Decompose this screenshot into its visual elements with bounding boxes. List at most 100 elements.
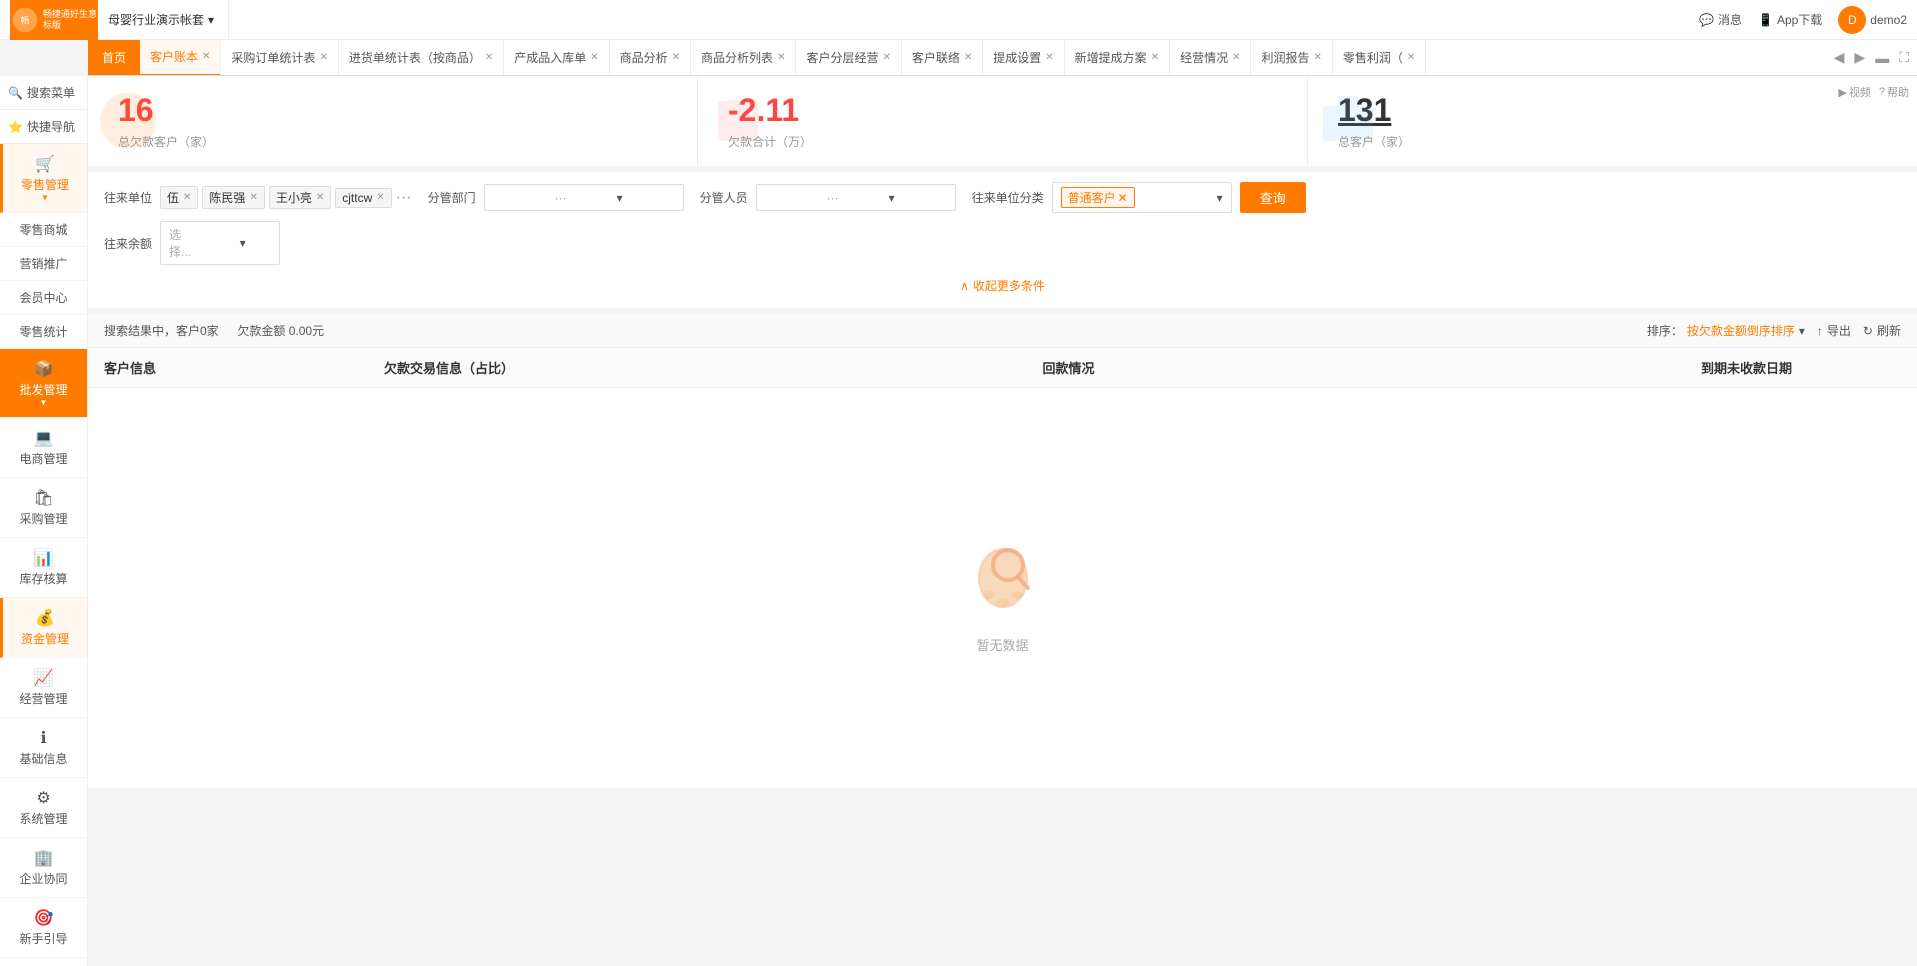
sidebar-item-system-mgmt[interactable]: ⚙ 系统管理 [0, 778, 87, 838]
sidebar-item-marketing[interactable]: 营销推广 [0, 247, 87, 281]
tab-close-icon[interactable]: ✕ [1314, 52, 1322, 63]
home-tab-label: 首页 [102, 49, 126, 66]
sidebar-item-finance[interactable]: 💰 资金管理 [0, 598, 87, 658]
balance-select[interactable]: 选择... ▾ [160, 221, 280, 265]
filter-tag-wu[interactable]: 伍 ✕ [160, 186, 198, 209]
sidebar-item-enterprise[interactable]: 🏢 企业协同 [0, 838, 87, 898]
sort-label: 排序： [1647, 322, 1683, 339]
unit-filter-label: 往来单位 [104, 189, 152, 206]
tab-close-icon[interactable]: ✕ [1151, 52, 1159, 63]
export-button[interactable]: ↑ 导出 [1817, 322, 1851, 339]
sidebar-item-inventory[interactable]: 📊 库存核算 [0, 538, 87, 598]
export-icon: ↑ [1817, 324, 1823, 338]
tab-close-icon[interactable]: ✕ [1045, 52, 1053, 63]
tab-retail-profit[interactable]: 零售利润（ ✕ [1333, 40, 1426, 76]
filter-row-1: 往来单位 伍 ✕ 陈民强 ✕ 王小亮 ✕ cjttcw ✕ ··· [104, 182, 1901, 213]
app-download-button[interactable]: 📱 App下载 [1758, 11, 1822, 28]
tab-customer-account[interactable]: 客户账本 ✕ [140, 40, 221, 76]
tab-close-icon[interactable]: ✕ [777, 52, 785, 63]
top-right-area: 💬 消息 📱 App下载 D demo2 [1699, 6, 1907, 34]
tab-minimize-button[interactable]: ▬ [1871, 48, 1893, 68]
dept-filter-select[interactable]: ··· ▾ [484, 184, 684, 211]
sidebar-item-retail-stat[interactable]: 零售统计 [0, 315, 87, 349]
chevron-down-icon3: ▾ [1217, 191, 1223, 205]
sidebar-item-operations[interactable]: 📈 经营管理 [0, 658, 87, 718]
tab-close-icon[interactable]: ✕ [882, 52, 890, 63]
stats-row: ¥ 16 总欠款客户（家） ✦ -2.11 欠款合计（万） [88, 76, 1917, 166]
empty-text: 暂无数据 [976, 635, 1028, 654]
tab-close-icon[interactable]: ✕ [202, 51, 210, 62]
stat-help-area: ▶ 视频 ? 帮助 [1838, 84, 1909, 100]
tab-purchase-order[interactable]: 采购订单统计表 ✕ [221, 40, 338, 76]
star-icon: ⭐ [8, 120, 23, 134]
filter-tag-chen[interactable]: 陈民强 ✕ [202, 186, 264, 209]
chevron-icon: ▼ [40, 398, 48, 407]
tab-close-icon[interactable]: ✕ [590, 52, 598, 63]
avatar: D [1838, 6, 1866, 34]
filter-tag-wang[interactable]: 王小亮 ✕ [269, 186, 331, 209]
tag-close-chen[interactable]: ✕ [249, 192, 257, 203]
help-button[interactable]: ? 帮助 [1879, 84, 1909, 100]
tag-close-unit-type[interactable]: ✕ [1118, 191, 1128, 205]
tab-product-analysis-list[interactable]: 商品分析列表 ✕ [691, 40, 796, 76]
tab-scroll-left-button[interactable]: ◀ [1830, 47, 1849, 68]
system-selector[interactable]: 母婴行业演示帐套 ▾ [98, 0, 229, 40]
tab-new-tip-plan[interactable]: 新增提成方案 ✕ [1065, 40, 1170, 76]
tab-customer-segment[interactable]: 客户分层经营 ✕ [796, 40, 901, 76]
collapse-icon: ∧ [960, 279, 969, 293]
svg-text:¥: ¥ [122, 111, 134, 131]
more-btn2[interactable]: ··· [827, 191, 885, 205]
query-button[interactable]: 查询 [1240, 182, 1306, 213]
refresh-button[interactable]: ↻ 刷新 [1863, 322, 1901, 339]
filter-more-tags[interactable]: ··· [396, 189, 412, 207]
sidebar-search[interactable]: 🔍 搜索菜单 [0, 76, 87, 110]
tab-close-icon[interactable]: ✕ [485, 52, 493, 63]
sidebar-quick-nav[interactable]: ⭐ 快捷导航 [0, 110, 87, 144]
sidebar-item-wholesale-mgmt[interactable]: 📦 批发管理 ▼ [0, 349, 87, 418]
tab-tip-settings[interactable]: 提成设置 ✕ [983, 40, 1064, 76]
tab-customer-contact[interactable]: 客户联络 ✕ [902, 40, 983, 76]
sidebar-item-basic-info[interactable]: ℹ 基础信息 [0, 718, 87, 778]
tab-product-stock[interactable]: 产成品入库单 ✕ [504, 40, 609, 76]
tab-close-icon[interactable]: ✕ [964, 52, 972, 63]
filter-tag-cjttcw[interactable]: cjttcw ✕ [335, 188, 391, 208]
tag-close-cjttcw[interactable]: ✕ [376, 192, 384, 203]
sidebar-item-new-guide[interactable]: 🎯 新手引导 [0, 898, 87, 958]
dept-filter-label: 分管部门 [428, 189, 476, 206]
tab-stock-stat[interactable]: 进货单统计表（按商品） ✕ [339, 40, 504, 76]
tag-close-wu[interactable]: ✕ [183, 192, 191, 203]
sidebar-item-ecommerce[interactable]: 💻 电商管理 [0, 418, 87, 478]
logo-area: 畅 畅捷通好生意 标版 [10, 0, 98, 40]
sidebar-item-retail-mgmt[interactable]: 🛒 零售管理 ▼ [0, 144, 87, 213]
tab-profit-report[interactable]: 利润报告 ✕ [1251, 40, 1332, 76]
video-button[interactable]: ▶ 视频 [1838, 84, 1870, 100]
tab-business-status[interactable]: 经营情况 ✕ [1170, 40, 1251, 76]
message-button[interactable]: 💬 消息 [1699, 11, 1742, 28]
sidebar-item-retail-mall[interactable]: 零售商城 [0, 213, 87, 247]
user-menu[interactable]: D demo2 [1838, 6, 1907, 34]
chevron-icon: ▼ [41, 193, 49, 202]
col-credit-info: 欠款交易信息（占比） [384, 358, 1043, 377]
results-bar: 搜索结果中，客户0家 欠款金额 0.00元 排序： 按欠款金额倒序排序 ▾ ↑ … [88, 314, 1917, 348]
sidebar-item-purchase[interactable]: 🛍 采购管理 [0, 478, 87, 538]
sidebar-item-member[interactable]: 会员中心 [0, 281, 87, 315]
unit-type-active-tag[interactable]: 普通客户 ✕ [1061, 187, 1135, 208]
tab-close-icon[interactable]: ✕ [672, 52, 680, 63]
sort-by-text: 按欠款金额倒序排序 [1687, 322, 1795, 339]
search-count: 搜索结果中，客户0家 [104, 324, 219, 338]
tab-scroll-right-button[interactable]: ▶ [1850, 47, 1869, 68]
main-content: ¥ 16 总欠款客户（家） ✦ -2.11 欠款合计（万） [88, 76, 1917, 966]
tab-close-icon[interactable]: ✕ [1232, 52, 1240, 63]
tag-close-wang[interactable]: ✕ [316, 192, 324, 203]
person-filter-select[interactable]: ··· ▾ [756, 184, 956, 211]
sort-select[interactable]: 排序： 按欠款金额倒序排序 ▾ [1647, 322, 1805, 339]
tab-expand-button[interactable]: ⛶ [1895, 47, 1913, 68]
sidebar-item-app-center[interactable]: 📱 应用中心 [0, 958, 87, 966]
tab-close-icon[interactable]: ✕ [319, 52, 327, 63]
tab-product-analysis[interactable]: 商品分析 ✕ [610, 40, 691, 76]
tab-close-icon[interactable]: ✕ [1407, 52, 1415, 63]
tab-home[interactable]: 首页 [88, 40, 140, 76]
more-btn[interactable]: ··· [555, 191, 613, 205]
unit-type-filter[interactable]: 普通客户 ✕ ▾ [1052, 182, 1232, 213]
collapse-button[interactable]: ∧ 收起更多条件 [104, 273, 1901, 298]
